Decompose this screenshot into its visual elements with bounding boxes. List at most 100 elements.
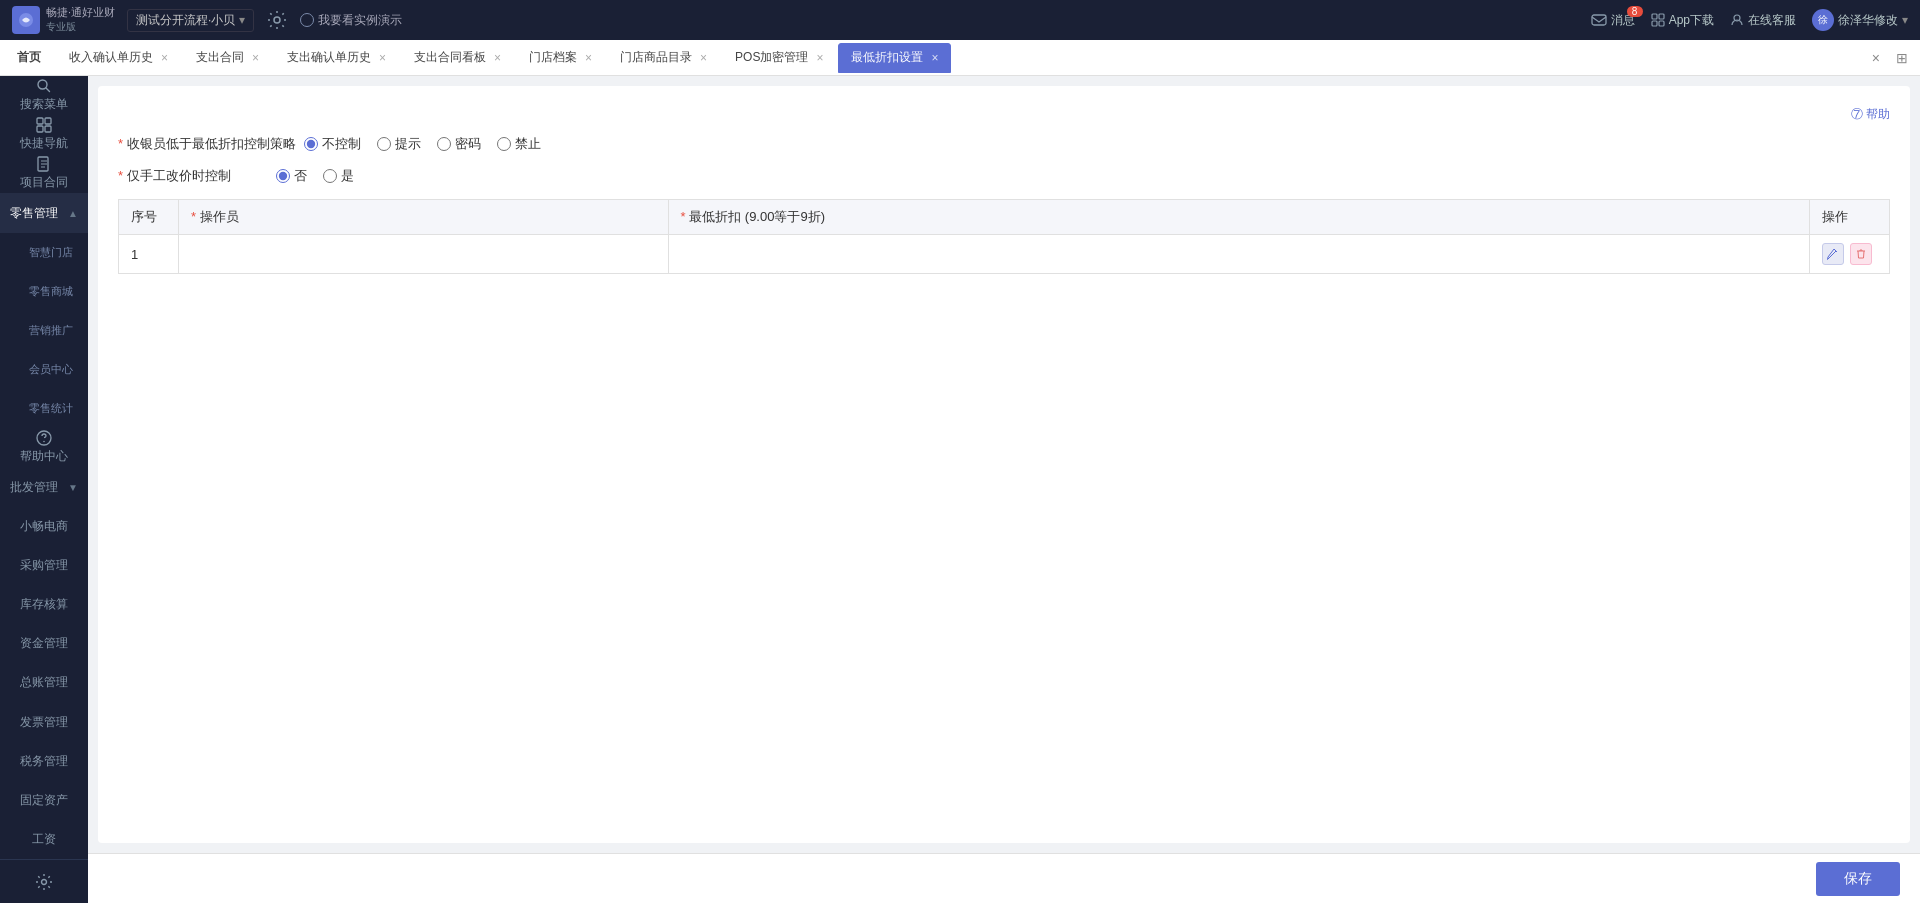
radio-remind[interactable] (377, 137, 391, 151)
option-forbid[interactable]: 禁止 (497, 135, 541, 153)
batch-mgmt-arrow: ▼ (68, 482, 78, 493)
sidebar-item-inventory-label: 库存核算 (20, 596, 68, 613)
tab-pay-contract-board[interactable]: 支出合同看板 × (401, 43, 514, 73)
tab-close-pos-password[interactable]: × (816, 51, 823, 65)
sidebar-item-marketing[interactable]: 营销推广 (0, 311, 88, 350)
sidebar-item-ecommerce[interactable]: 小畅电商 (0, 507, 88, 546)
sidebar-item-inventory[interactable]: 库存核算 (0, 585, 88, 624)
sidebar-item-invoice-mgmt-label: 发票管理 (20, 714, 68, 731)
tab-close-pay-contract[interactable]: × (252, 51, 259, 65)
sidebar-item-tax-mgmt[interactable]: 税务管理 (0, 742, 88, 781)
radio-manual-no[interactable] (276, 169, 290, 183)
sidebar-item-search[interactable]: 搜索菜单 (0, 76, 88, 115)
save-button[interactable]: 保存 (1816, 862, 1900, 896)
maximize-tab-button[interactable]: ⊞ (1892, 48, 1912, 68)
sidebar-item-salary-label: 工资 (32, 831, 56, 848)
option-no-control[interactable]: 不控制 (304, 135, 361, 153)
online-service-button[interactable]: 在线客服 (1730, 12, 1796, 29)
shortcut-icon (36, 117, 52, 133)
sidebar-item-retail-mall[interactable]: 零售商城 (0, 272, 88, 311)
tab-income-confirm[interactable]: 收入确认单历史 × (56, 43, 181, 73)
col-discount: * 最低折扣 (9.00等于9折) (668, 200, 1810, 235)
sidebar-item-capital-mgmt[interactable]: 资金管理 (0, 624, 88, 663)
help-text: ⑦ 帮助 (1851, 107, 1890, 121)
retail-mgmt-arrow: ▲ (68, 208, 78, 219)
operator-required-star: * (191, 209, 196, 224)
svg-rect-3 (1652, 14, 1657, 19)
tab-close-income-confirm[interactable]: × (161, 51, 168, 65)
help-button[interactable]: ⑦ 帮助 (118, 106, 1890, 123)
radio-no-control[interactable] (304, 137, 318, 151)
sidebar-item-project-contract[interactable]: 项目合同 (0, 154, 88, 193)
demo-link-text: 我要看实例演示 (318, 12, 402, 29)
discount-strategy-row: * 收银员低于最低折扣控制策略 不控制 提示 密码 (118, 135, 1890, 153)
content-area: ⑦ 帮助 * 收银员低于最低折扣控制策略 不控制 提示 (88, 76, 1920, 903)
project-selector[interactable]: 测试分开流程·小贝 ▾ (127, 9, 254, 32)
tab-close-min-discount[interactable]: × (931, 51, 938, 65)
user-dropdown-arrow: ▾ (1902, 13, 1908, 27)
sidebar-item-help-center-label: 帮助中心 (20, 448, 68, 465)
search-sidebar-icon (36, 78, 52, 94)
app-download-button[interactable]: App下载 (1651, 12, 1714, 29)
row-action (1810, 235, 1890, 274)
option-manual-no[interactable]: 否 (276, 167, 307, 185)
message-badge: 8 (1627, 6, 1643, 17)
row-operator (179, 235, 669, 274)
tab-store-archive[interactable]: 门店档案 × (516, 43, 605, 73)
sidebar-gear-button[interactable] (0, 859, 88, 903)
tab-min-discount[interactable]: 最低折扣设置 × (838, 43, 951, 73)
svg-rect-10 (45, 118, 51, 124)
sidebar-item-marketing-label: 营销推广 (29, 323, 73, 338)
tab-close-store-goods[interactable]: × (700, 51, 707, 65)
top-bar: 畅捷·通好业财 专业版 测试分开流程·小贝 ▾ 我要看实例演示 消息 8 (0, 0, 1920, 40)
sidebar-item-retail-mgmt[interactable]: 零售管理 ▲ (0, 193, 88, 232)
sidebar-item-salary[interactable]: 工资 (0, 820, 88, 859)
sidebar-item-batch-mgmt[interactable]: 批发管理 ▼ (0, 468, 88, 507)
tab-pay-contract[interactable]: 支出合同 × (183, 43, 272, 73)
sidebar-item-smart-store[interactable]: 智慧门店 (0, 233, 88, 272)
svg-rect-4 (1659, 14, 1664, 19)
discount-strategy-label: * 收银员低于最低折扣控制策略 (118, 135, 296, 153)
radio-forbid[interactable] (497, 137, 511, 151)
edit-row-button[interactable] (1822, 243, 1844, 265)
sidebar-item-fixed-assets[interactable]: 固定资产 (0, 781, 88, 820)
tab-home[interactable]: 首页 (4, 43, 54, 73)
message-button[interactable]: 消息 8 (1591, 12, 1635, 29)
sidebar-item-smart-store-label: 智慧门店 (29, 245, 73, 260)
radio-manual-yes[interactable] (323, 169, 337, 183)
svg-rect-12 (45, 126, 51, 132)
tab-store-goods[interactable]: 门店商品目录 × (607, 43, 720, 73)
option-manual-yes[interactable]: 是 (323, 167, 354, 185)
sidebar-item-purchase-mgmt[interactable]: 采购管理 (0, 546, 88, 585)
sidebar-item-shortcut[interactable]: 快捷导航 (0, 115, 88, 154)
settings-icon[interactable] (266, 9, 288, 31)
service-label: 在线客服 (1748, 12, 1796, 29)
sidebar-item-invoice-mgmt[interactable]: 发票管理 (0, 703, 88, 742)
svg-rect-9 (37, 118, 43, 124)
user-menu[interactable]: 徐 徐泽华修改 ▾ (1812, 9, 1908, 31)
logo-icon (12, 6, 40, 34)
option-remind[interactable]: 提示 (377, 135, 421, 153)
tab-pos-password[interactable]: POS加密管理 × (722, 43, 836, 73)
message-icon (1591, 12, 1607, 28)
tab-close-store-archive[interactable]: × (585, 51, 592, 65)
tab-bar: 首页 收入确认单历史 × 支出合同 × 支出确认单历史 × 支出合同看板 × 门… (0, 40, 1920, 76)
sidebar-item-help-center[interactable]: 帮助中心 (0, 428, 88, 467)
option-password[interactable]: 密码 (437, 135, 481, 153)
sidebar: 搜索菜单 快捷导航 项目合同 零售管理 ▲ 智慧门店 零售商城 (0, 76, 88, 903)
delete-row-button[interactable] (1850, 243, 1872, 265)
sidebar-item-retail-stat[interactable]: 零售统计 (0, 389, 88, 428)
tab-close-pay-confirm[interactable]: × (379, 51, 386, 65)
close-tab-button[interactable]: × (1868, 48, 1884, 68)
tab-pay-confirm[interactable]: 支出确认单历史 × (274, 43, 399, 73)
radio-password[interactable] (437, 137, 451, 151)
sidebar-item-batch-mgmt-label: 批发管理 (10, 479, 58, 496)
sidebar-item-fixed-assets-label: 固定资产 (20, 792, 68, 809)
gear-icon (35, 873, 53, 891)
tab-close-pay-contract-board[interactable]: × (494, 51, 501, 65)
discount-table: 序号 * 操作员 * 最低折扣 (9.00等于9折) 操作 (118, 199, 1890, 274)
sidebar-item-accounting[interactable]: 总账管理 (0, 663, 88, 702)
demo-link[interactable]: 我要看实例演示 (300, 12, 402, 29)
sidebar-item-member-center[interactable]: 会员中心 (0, 350, 88, 389)
discount-required-star: * (681, 209, 686, 224)
